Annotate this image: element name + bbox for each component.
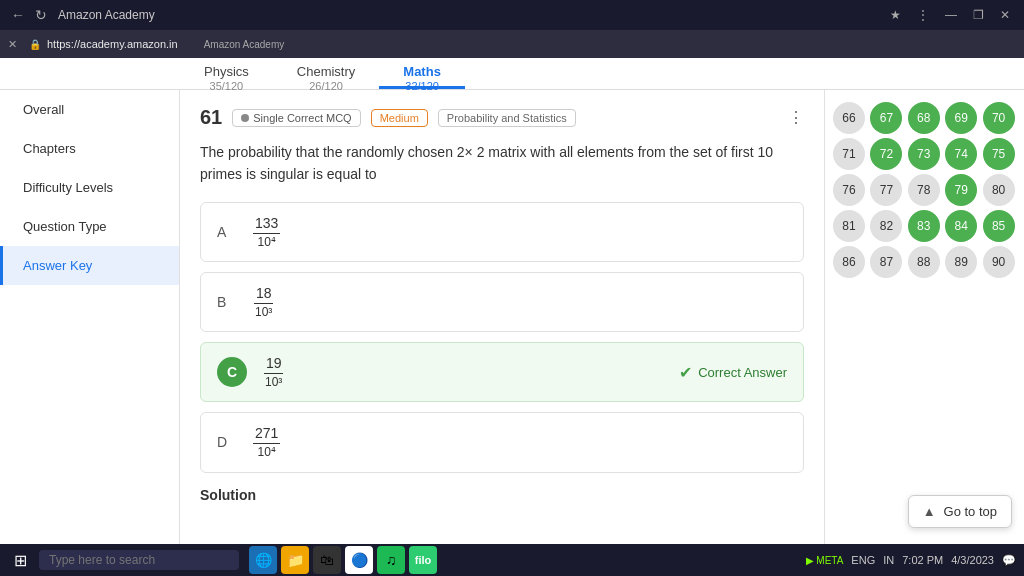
back-button[interactable]: ← bbox=[8, 7, 28, 23]
content-area: Overall Chapters Difficulty Levels Quest… bbox=[0, 90, 1024, 544]
page-title: Amazon Academy bbox=[58, 8, 155, 22]
sidebar-item-chapters[interactable]: Chapters bbox=[0, 129, 179, 168]
grid-num-72[interactable]: 72 bbox=[870, 138, 902, 170]
grid-num-80[interactable]: 80 bbox=[983, 174, 1015, 206]
question-number: 61 bbox=[200, 106, 222, 129]
taskbar-time: 7:02 PM bbox=[902, 554, 943, 566]
url-text: https://academy.amazon.in bbox=[47, 38, 178, 50]
close-button[interactable]: ✕ bbox=[994, 8, 1016, 22]
taskbar-app-filo[interactable]: filo bbox=[409, 546, 437, 574]
check-icon: ✔ bbox=[679, 363, 692, 382]
question-type-badge: Single Correct MCQ bbox=[232, 109, 360, 127]
grid-num-84[interactable]: 84 bbox=[945, 210, 977, 242]
question-grid: 6667686970 7172737475 7677787980 8182838485… bbox=[833, 102, 1016, 278]
option-b-content: 18 10³ bbox=[253, 285, 274, 319]
taskbar-lang: ENG bbox=[851, 554, 875, 566]
option-b[interactable]: B 18 10³ bbox=[200, 272, 804, 332]
grid-num-87[interactable]: 87 bbox=[870, 246, 902, 278]
addressbar: ✕ 🔒 https://academy.amazon.in Amazon Aca… bbox=[0, 30, 1024, 58]
grid-num-81[interactable]: 81 bbox=[833, 210, 865, 242]
grid-num-89[interactable]: 89 bbox=[945, 246, 977, 278]
grid-num-66[interactable]: 66 bbox=[833, 102, 865, 134]
taskbar-apps: 🌐 📁 🛍 🔵 ♫ filo bbox=[249, 546, 437, 574]
sidebar-item-answer-key[interactable]: Answer Key bbox=[0, 246, 179, 285]
grid-num-88[interactable]: 88 bbox=[908, 246, 940, 278]
more-options-button[interactable]: ⋮ bbox=[911, 8, 935, 22]
star-button[interactable]: ★ bbox=[884, 8, 907, 22]
taskbar-notification-icon[interactable]: 💬 bbox=[1002, 554, 1016, 567]
taskbar-app-music[interactable]: ♫ bbox=[377, 546, 405, 574]
question-grid-panel: 6667686970 7172737475 7677787980 8182838485… bbox=[824, 90, 1024, 544]
grid-num-69[interactable]: 69 bbox=[945, 102, 977, 134]
grid-num-86[interactable]: 86 bbox=[833, 246, 865, 278]
taskbar-search-input[interactable] bbox=[39, 550, 239, 570]
main-content: 61 Single Correct MCQ Medium Probability… bbox=[180, 90, 824, 544]
taskbar-region: IN bbox=[883, 554, 894, 566]
question-more-button[interactable]: ⋮ bbox=[788, 108, 804, 127]
minimize-button[interactable]: — bbox=[939, 8, 963, 22]
difficulty-badge: Medium bbox=[371, 109, 428, 127]
sidebar-item-difficulty[interactable]: Difficulty Levels bbox=[0, 168, 179, 207]
grid-num-83[interactable]: 83 bbox=[908, 210, 940, 242]
option-d[interactable]: D 271 10⁴ bbox=[200, 412, 804, 472]
refresh-button[interactable]: ↻ bbox=[32, 7, 50, 23]
grid-num-67[interactable]: 67 bbox=[870, 102, 902, 134]
start-button[interactable]: ⊞ bbox=[8, 549, 33, 572]
grid-num-79[interactable]: 79 bbox=[945, 174, 977, 206]
correct-answer-badge: ✔ Correct Answer bbox=[679, 363, 787, 382]
tab-maths[interactable]: Maths 32/120 bbox=[379, 58, 465, 89]
option-c[interactable]: C 19 10³ ✔ Correct Answer bbox=[200, 342, 804, 402]
topic-badge: Probability and Statistics bbox=[438, 109, 576, 127]
taskbar-app-store[interactable]: 🛍 bbox=[313, 546, 341, 574]
tab-close-icon[interactable]: ✕ bbox=[8, 38, 17, 51]
grid-num-85[interactable]: 85 bbox=[983, 210, 1015, 242]
solution-label: Solution bbox=[200, 483, 804, 507]
grid-num-68[interactable]: 68 bbox=[908, 102, 940, 134]
grid-num-76[interactable]: 76 bbox=[833, 174, 865, 206]
go-to-top-button[interactable]: ▲ Go to top bbox=[908, 495, 1012, 528]
lock-icon: 🔒 bbox=[29, 39, 41, 50]
taskbar-meta: ▶ META bbox=[806, 555, 844, 566]
grid-num-73[interactable]: 73 bbox=[908, 138, 940, 170]
titlebar: ← ↻ Amazon Academy ★ ⋮ — ❐ ✕ bbox=[0, 0, 1024, 30]
option-a[interactable]: A 133 10⁴ bbox=[200, 202, 804, 262]
option-c-content: 19 10³ bbox=[263, 355, 284, 389]
grid-num-90[interactable]: 90 bbox=[983, 246, 1015, 278]
question-header: 61 Single Correct MCQ Medium Probability… bbox=[200, 106, 804, 129]
up-arrow-icon: ▲ bbox=[923, 504, 936, 519]
tabs-bar: Physics 35/120 Chemistry 26/120 Maths 32… bbox=[0, 58, 1024, 90]
sidebar: Overall Chapters Difficulty Levels Quest… bbox=[0, 90, 180, 544]
taskbar-app-files[interactable]: 📁 bbox=[281, 546, 309, 574]
option-c-circle: C bbox=[217, 357, 247, 387]
grid-num-77[interactable]: 77 bbox=[870, 174, 902, 206]
site-name: Amazon Academy bbox=[204, 39, 285, 50]
question-text: The probability that the randomly chosen… bbox=[200, 141, 804, 186]
option-a-label: A bbox=[217, 224, 237, 240]
taskbar: ⊞ 🌐 📁 🛍 🔵 ♫ filo ▶ META ENG IN 7:02 PM 4… bbox=[0, 544, 1024, 576]
taskbar-app-chrome[interactable]: 🔵 bbox=[345, 546, 373, 574]
taskbar-app-edge[interactable]: 🌐 bbox=[249, 546, 277, 574]
option-b-label: B bbox=[217, 294, 237, 310]
restore-button[interactable]: ❐ bbox=[967, 8, 990, 22]
grid-num-70[interactable]: 70 bbox=[983, 102, 1015, 134]
option-d-label: D bbox=[217, 434, 237, 450]
grid-num-75[interactable]: 75 bbox=[983, 138, 1015, 170]
tab-physics[interactable]: Physics 35/120 bbox=[180, 58, 273, 89]
grid-num-71[interactable]: 71 bbox=[833, 138, 865, 170]
badge-dot-icon bbox=[241, 114, 249, 122]
grid-num-82[interactable]: 82 bbox=[870, 210, 902, 242]
sidebar-item-question-type[interactable]: Question Type bbox=[0, 207, 179, 246]
sidebar-item-overall[interactable]: Overall bbox=[0, 90, 179, 129]
option-a-content: 133 10⁴ bbox=[253, 215, 280, 249]
taskbar-date: 4/3/2023 bbox=[951, 554, 994, 566]
grid-num-78[interactable]: 78 bbox=[908, 174, 940, 206]
tab-chemistry[interactable]: Chemistry 26/120 bbox=[273, 58, 380, 89]
taskbar-right: ▶ META ENG IN 7:02 PM 4/3/2023 💬 bbox=[806, 554, 1016, 567]
grid-num-74[interactable]: 74 bbox=[945, 138, 977, 170]
option-d-content: 271 10⁴ bbox=[253, 425, 280, 459]
